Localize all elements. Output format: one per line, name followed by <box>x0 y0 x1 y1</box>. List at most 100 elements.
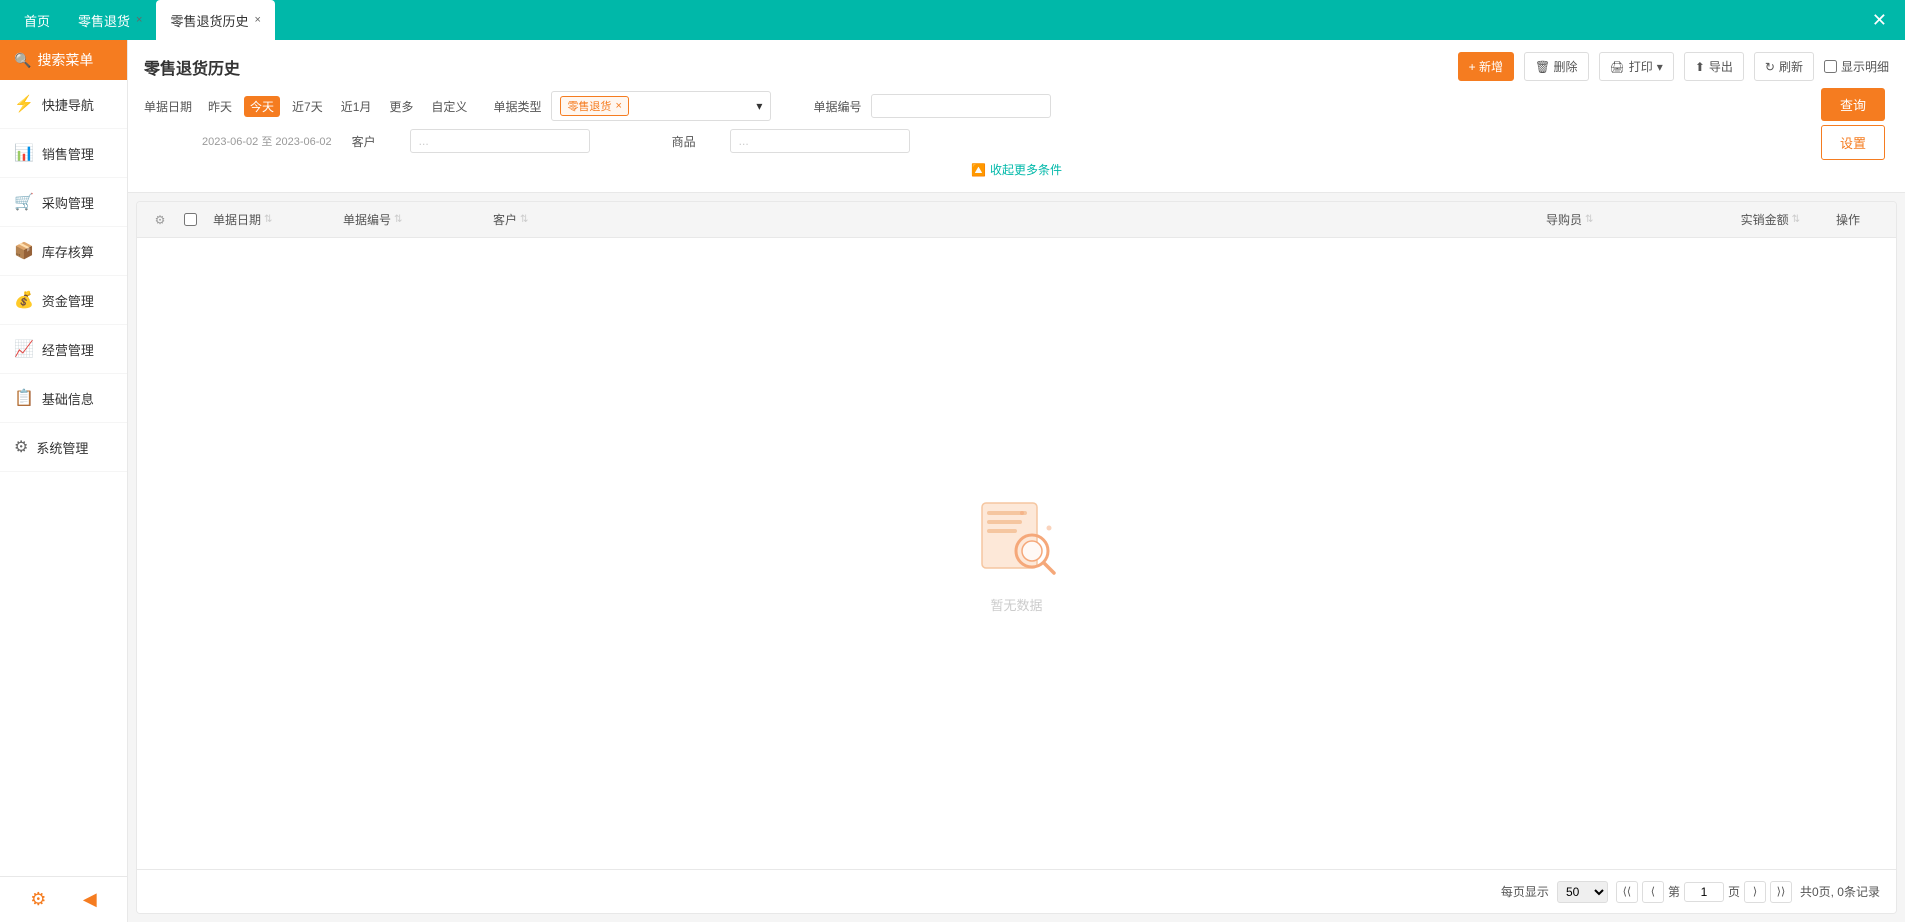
finance-icon: 💰 <box>14 290 34 310</box>
toolbar: + 新增 🗑 删除 🖨 打印 ▾ ⬆ 导出 ↻ 刷新 <box>1458 52 1889 81</box>
operations-icon: 📈 <box>14 339 34 359</box>
sidebar-item-purchase[interactable]: 🛒 采购管理 <box>0 178 127 227</box>
date-btn-7days[interactable]: 近7天 <box>286 96 329 117</box>
settings-bottom-icon[interactable]: ⚙ <box>30 889 46 910</box>
sidebar-item-basic-info-label: 基础信息 <box>42 389 94 408</box>
collapse-filter-button[interactable]: 🔼 收起更多条件 <box>971 161 1062 178</box>
table-settings-icon[interactable]: ⚙ <box>145 213 175 227</box>
sidebar-item-operations-label: 经营管理 <box>42 340 94 359</box>
tab-home[interactable]: 首页 <box>10 0 64 40</box>
customer-filter-input[interactable]: ... <box>410 129 590 153</box>
delete-button[interactable]: 🗑 删除 <box>1524 52 1589 81</box>
col-guide[interactable]: 导购员 ⇅ <box>1538 211 1688 228</box>
collapse-up-icon: 🔼 <box>971 163 986 177</box>
col-no[interactable]: 单据编号 ⇅ <box>335 211 485 228</box>
toggle-sidebar-icon[interactable]: ◀ <box>83 889 97 910</box>
action-buttons: 查询 设置 <box>1821 88 1885 160</box>
sidebar-item-purchase-label: 采购管理 <box>42 193 94 212</box>
refresh-icon: ↻ <box>1765 60 1775 74</box>
date-btn-today[interactable]: 今天 <box>244 96 280 117</box>
col-date-sort-icon: ⇅ <box>264 214 272 225</box>
empty-state: 暂无数据 <box>137 238 1896 869</box>
type-filter-label: 单据类型 <box>493 98 543 115</box>
tab-retail-return[interactable]: 零售退货 × <box>64 0 156 40</box>
type-tag: 零售退货 × <box>560 96 628 116</box>
first-page-button[interactable]: ⟨⟨ <box>1616 881 1638 903</box>
col-guide-label: 导购员 <box>1546 211 1582 228</box>
page-number-input[interactable] <box>1684 882 1724 902</box>
page-title: 零售退货历史 <box>144 55 240 79</box>
quick-nav-icon: ⚡ <box>14 94 34 114</box>
basic-info-icon: 📋 <box>14 388 34 408</box>
number-filter-input[interactable] <box>871 94 1051 118</box>
col-amount[interactable]: 实销金额 ⇅ <box>1688 211 1808 228</box>
sidebar-item-quick-nav-label: 快捷导航 <box>42 95 94 114</box>
refresh-button[interactable]: ↻ 刷新 <box>1754 52 1814 81</box>
per-page-select[interactable]: 50 100 200 <box>1557 881 1608 903</box>
show-detail-checkbox[interactable]: 显示明细 <box>1824 58 1889 75</box>
col-amount-label: 实销金额 <box>1741 211 1789 228</box>
select-all-checkbox[interactable] <box>184 213 197 226</box>
next-page-button[interactable]: ⟩ <box>1744 881 1766 903</box>
tab-bar: 首页 零售退货 × 零售退货历史 × ✕ <box>0 0 1905 40</box>
purchase-icon: 🛒 <box>14 192 34 212</box>
type-filter-item: 单据类型 零售退货 × ▾ <box>493 91 793 121</box>
col-no-label: 单据编号 <box>343 211 391 228</box>
print-button[interactable]: 🖨 打印 ▾ <box>1599 52 1674 81</box>
tab-home-label: 首页 <box>24 11 50 30</box>
sidebar-item-sales[interactable]: 📊 销售管理 <box>0 129 127 178</box>
window-close-button[interactable]: ✕ <box>1864 10 1895 31</box>
tab-retail-return-history-close[interactable]: × <box>254 14 260 26</box>
customer-filter-item: 客户 ... <box>352 129 652 153</box>
sidebar-item-inventory-label: 库存核算 <box>42 242 94 261</box>
sidebar-item-inventory[interactable]: 📦 库存核算 <box>0 227 127 276</box>
goods-filter-input[interactable]: ... <box>730 129 910 153</box>
sidebar-item-system-label: 系统管理 <box>36 438 88 457</box>
col-customer[interactable]: 客户 ⇅ <box>485 211 1538 228</box>
refresh-label: 刷新 <box>1779 58 1803 75</box>
tab-retail-return-history[interactable]: 零售退货历史 × <box>156 0 274 40</box>
col-action-label: 操作 <box>1836 211 1860 228</box>
number-filter-label: 单据编号 <box>813 98 863 115</box>
sidebar-item-finance[interactable]: 💰 资金管理 <box>0 276 127 325</box>
sidebar-item-basic-info[interactable]: 📋 基础信息 <box>0 374 127 423</box>
col-guide-sort-icon: ⇅ <box>1585 214 1593 225</box>
table-header: ⚙ 单据日期 ⇅ 单据编号 ⇅ 客户 ⇅ 导购员 ⇅ <box>137 202 1896 238</box>
col-customer-label: 客户 <box>493 211 517 228</box>
set-button[interactable]: 设置 <box>1821 125 1885 160</box>
date-btn-yesterday[interactable]: 昨天 <box>202 96 238 117</box>
new-button[interactable]: + 新增 <box>1458 52 1514 81</box>
page-header: 零售退货历史 + 新增 🗑 删除 🖨 打印 ▾ ⬆ 导出 ↻ <box>128 40 1905 193</box>
type-filter-select[interactable]: 零售退货 × ▾ <box>551 91 771 121</box>
sidebar-item-system[interactable]: ⚙ 系统管理 <box>0 423 127 472</box>
goods-placeholder: ... <box>739 134 749 148</box>
sidebar-item-operations[interactable]: 📈 经营管理 <box>0 325 127 374</box>
date-btn-more[interactable]: 更多 <box>383 96 419 117</box>
page-nav: ⟨⟨ ⟨ 第 页 ⟩ ⟩⟩ <box>1616 881 1792 903</box>
date-filter-label: 单据日期 <box>144 98 194 115</box>
table-select-all[interactable] <box>175 213 205 226</box>
page-label: 第 <box>1668 883 1680 900</box>
print-dropdown-icon: ▾ <box>1657 60 1663 74</box>
export-label: 导出 <box>1709 58 1733 75</box>
query-button[interactable]: 查询 <box>1821 88 1885 121</box>
empty-icon <box>967 493 1067 583</box>
inventory-icon: 📦 <box>14 241 34 261</box>
date-range-display: 2023-06-02 至 2023-06-02 <box>202 133 332 149</box>
type-tag-remove[interactable]: × <box>615 100 621 112</box>
prev-page-button[interactable]: ⟨ <box>1642 881 1664 903</box>
show-detail-input[interactable] <box>1824 60 1837 73</box>
export-button[interactable]: ⬆ 导出 <box>1684 52 1744 81</box>
date-btn-1month[interactable]: 近1月 <box>335 96 378 117</box>
sidebar-search[interactable]: 🔍 搜索菜单 <box>0 40 127 80</box>
last-page-button[interactable]: ⟩⟩ <box>1770 881 1792 903</box>
col-date[interactable]: 单据日期 ⇅ <box>205 211 335 228</box>
date-btn-custom[interactable]: 自定义 <box>425 96 473 117</box>
number-filter-item: 单据编号 <box>813 94 1113 118</box>
system-icon: ⚙ <box>14 437 28 457</box>
tab-retail-return-close[interactable]: × <box>136 14 142 26</box>
sidebar-item-quick-nav[interactable]: ⚡ 快捷导航 <box>0 80 127 129</box>
content-area: 零售退货历史 + 新增 🗑 删除 🖨 打印 ▾ ⬆ 导出 ↻ <box>128 40 1905 922</box>
pagination: 每页显示 50 100 200 ⟨⟨ ⟨ 第 页 ⟩ ⟩⟩ 共0页, 0条记录 <box>137 869 1896 913</box>
print-label: 打印 <box>1629 58 1653 75</box>
